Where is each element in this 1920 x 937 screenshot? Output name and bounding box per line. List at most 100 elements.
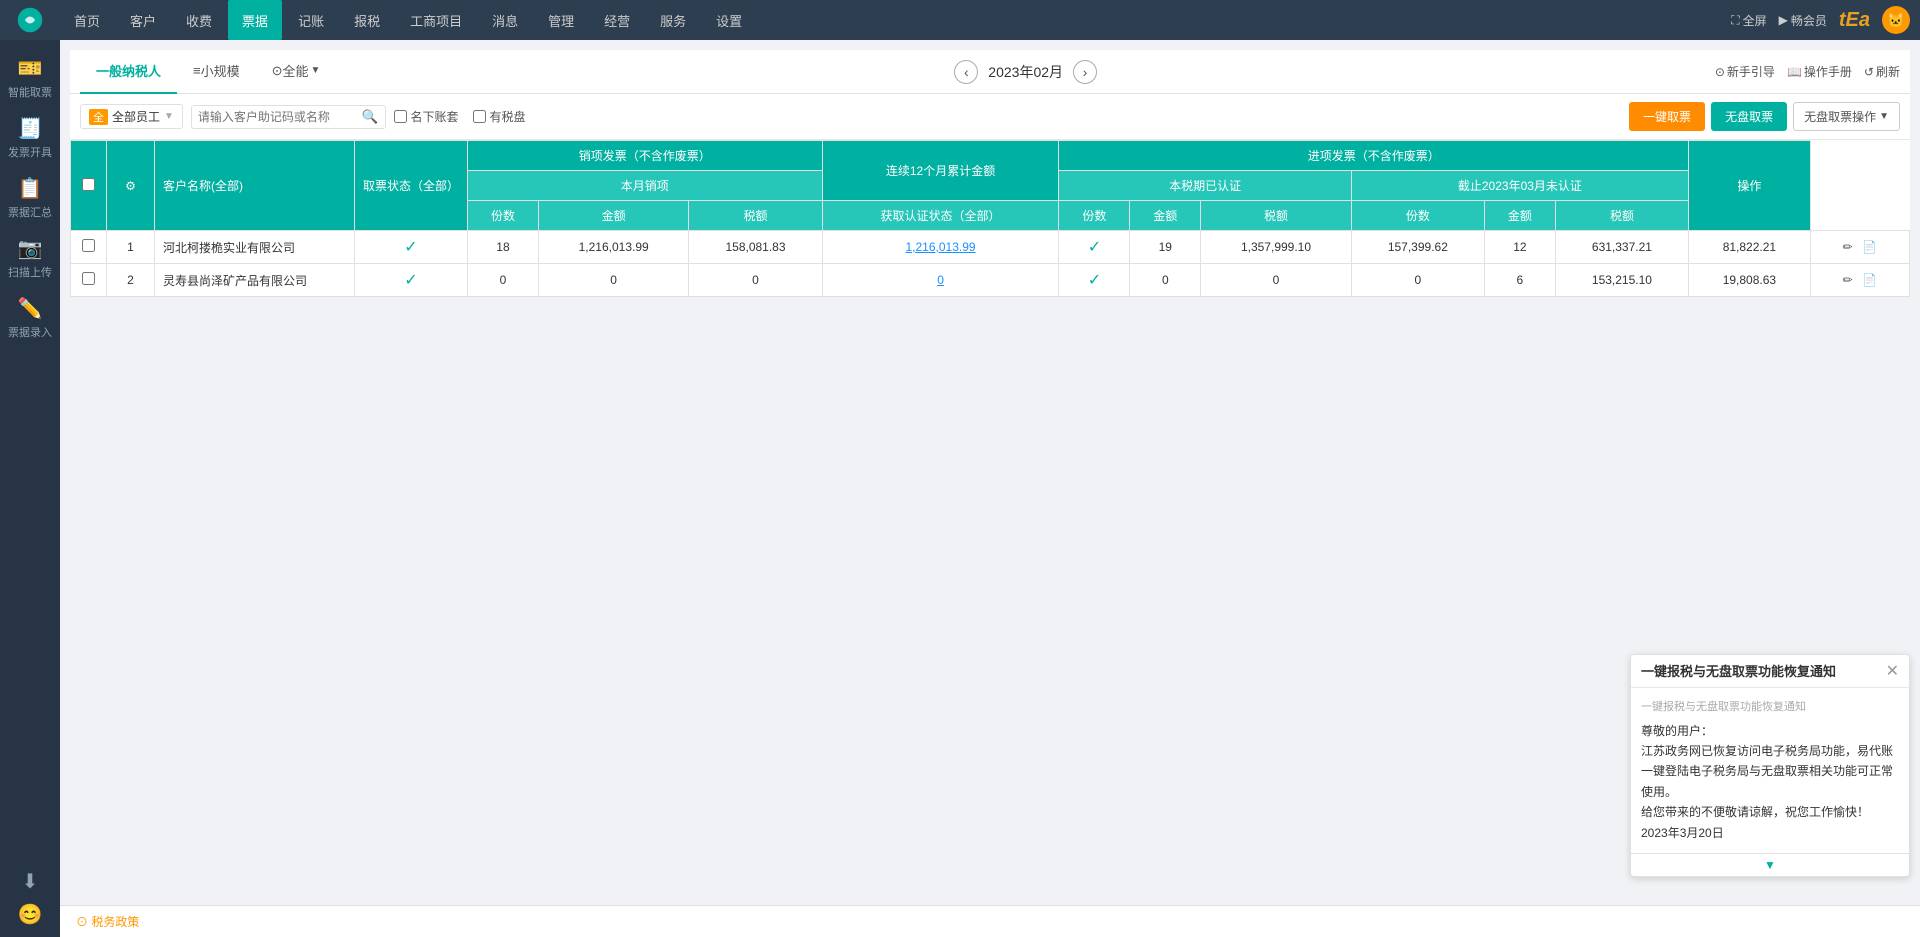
select-all-checkbox[interactable] xyxy=(82,178,95,191)
tax-disk-checkbox[interactable] xyxy=(473,110,486,123)
edit-icon[interactable]: ✏ xyxy=(1843,273,1853,287)
invoice-table: ⚙ 客户名称(全部) 取票状态（全部） 销项发票（不含作废票） 连续12个月累计… xyxy=(70,140,1910,297)
row-cert-tax: 0 xyxy=(1351,264,1484,297)
row-sales-shares: 18 xyxy=(468,231,539,264)
one-key-ticket-btn[interactable]: 一键取票 xyxy=(1629,102,1705,131)
detail-icon[interactable]: 📄 xyxy=(1862,240,1877,254)
dropdown-icon: ▼ xyxy=(311,65,321,76)
nav-bookkeeping[interactable]: 记账 xyxy=(284,0,338,40)
th-sales-invoice: 销项发票（不含作废票） xyxy=(468,141,823,171)
detail-icon[interactable]: 📄 xyxy=(1862,273,1877,287)
avatar[interactable]: 🐱 xyxy=(1882,6,1910,34)
sidebar-item-invoice-summary[interactable]: 📋 票据汇总 xyxy=(2,170,58,226)
nav-service[interactable]: 服务 xyxy=(646,0,700,40)
nav-biz[interactable]: 工商项目 xyxy=(396,0,476,40)
row-cert-status: ✓ xyxy=(1059,231,1130,264)
row-twelve-months: 1,216,013.99 xyxy=(822,231,1059,264)
nav-operation[interactable]: 经营 xyxy=(590,0,644,40)
nav-settings[interactable]: 设置 xyxy=(702,0,756,40)
employee-dropdown-icon: ▼ xyxy=(164,111,174,122)
th-op: 操作 xyxy=(1689,141,1811,231)
row-twelve-months: 0 xyxy=(822,264,1059,297)
tab-small-scale[interactable]: ≡ 小规模 xyxy=(177,50,256,94)
sidebar-item-smart-ticket[interactable]: 🎫 智能取票 xyxy=(2,50,58,106)
nav-message[interactable]: 消息 xyxy=(478,0,532,40)
tab-all[interactable]: ⊙ 全能 ▼ xyxy=(256,50,337,94)
notify-title: 一键报税与无盘取票功能恢复通知 xyxy=(1641,661,1836,680)
th-cert-amount: 金额 xyxy=(1130,201,1201,231)
th-twelve-months: 连续12个月累计金额 xyxy=(822,141,1059,201)
fullscreen-btn[interactable]: ⛶ 全屏 xyxy=(1731,12,1766,29)
checkbox-tax-disk[interactable]: 有税盘 xyxy=(473,108,526,125)
tab-row: 一般纳税人 ≡ 小规模 ⊙ 全能 ▼ ‹ 2023年02月 › ⊙ 新手引导 📖… xyxy=(70,50,1910,94)
sidebar: 🎫 智能取票 🧾 发票开具 📋 票据汇总 📷 扫描上传 ✏️ 票据录入 ⬇ 😊 xyxy=(0,40,60,937)
tab-general-taxpayer[interactable]: 一般纳税人 xyxy=(80,50,177,94)
own-account-checkbox[interactable] xyxy=(394,110,407,123)
bottom-bar: ⊙ 税务政策 xyxy=(60,905,1920,937)
sidebar-item-invoice-open[interactable]: 🧾 发票开具 xyxy=(2,110,58,166)
employee-label: 全部员工 xyxy=(112,108,160,125)
th-company: 客户名称(全部) xyxy=(154,141,354,231)
twelve-months-link[interactable]: 0 xyxy=(937,273,944,287)
row-company: 灵寿县尚泽矿产品有限公司 xyxy=(154,264,354,297)
cert-status-icon: ✓ xyxy=(1088,272,1101,289)
search-button[interactable]: 🔍 xyxy=(362,109,379,125)
sidebar-item-ticket-entry[interactable]: ✏️ 票据录入 xyxy=(2,290,58,346)
top-right-area: ⛶ 全屏 ▶ 畅会员 tEa 🐱 xyxy=(1731,6,1910,34)
notify-scroll-btn[interactable]: ▼ xyxy=(1631,853,1909,876)
th-sales-shares: 份数 xyxy=(468,201,539,231)
row-checkbox[interactable] xyxy=(71,264,107,297)
row-select-checkbox[interactable] xyxy=(82,272,95,285)
next-month-btn[interactable]: › xyxy=(1073,60,1097,84)
logo xyxy=(10,0,50,40)
th-uncert-amount: 金额 xyxy=(1484,201,1555,231)
cert-status-icon: ✓ xyxy=(1088,239,1101,256)
sidebar-label-invoice-open: 发票开具 xyxy=(8,144,52,160)
refresh-btn[interactable]: ↺ 刷新 xyxy=(1864,63,1900,80)
row-cancel-status: ✓ xyxy=(354,264,467,297)
download-icon[interactable]: ⬇ xyxy=(22,869,39,894)
nav-fee[interactable]: 收费 xyxy=(172,0,226,40)
nav-manage[interactable]: 管理 xyxy=(534,0,588,40)
notification-panel: 一键报税与无盘取票功能恢复通知 ✕ 一键报税与无盘取票功能恢复通知 尊敬的用户：… xyxy=(1630,654,1910,877)
prev-month-btn[interactable]: ‹ xyxy=(954,60,978,84)
ticket-entry-icon: ✏️ xyxy=(18,296,43,321)
row-cert-tax: 157,399.62 xyxy=(1351,231,1484,264)
row-select-checkbox[interactable] xyxy=(82,239,95,252)
nav-home[interactable]: 首页 xyxy=(60,0,114,40)
top-nav: 首页 客户 收费 票据 记账 报税 工商项目 消息 管理 经营 服务 设置 ⛶ … xyxy=(0,0,1920,40)
checkbox-own-account[interactable]: 名下账套 xyxy=(394,108,459,125)
th-purchase-invoice: 进项发票（不含作废票） xyxy=(1059,141,1689,171)
tab-right-actions: ⊙ 新手引导 📖 操作手册 ↺ 刷新 xyxy=(1715,63,1900,80)
user-icon[interactable]: 😊 xyxy=(18,902,43,927)
nav-tax[interactable]: 报税 xyxy=(340,0,394,40)
nav-invoice[interactable]: 票据 xyxy=(228,0,282,40)
th-uncertified: 截止2023年03月未认证 xyxy=(1351,171,1688,201)
nav-customer[interactable]: 客户 xyxy=(116,0,170,40)
th-uncert-shares: 份数 xyxy=(1351,201,1484,231)
manual-btn[interactable]: 📖 操作手册 xyxy=(1787,63,1852,80)
row-cert-amount: 0 xyxy=(1201,264,1352,297)
row-checkbox[interactable] xyxy=(71,231,107,264)
employee-badge: 全 xyxy=(89,109,108,125)
row-uncert-amount: 631,337.21 xyxy=(1555,231,1688,264)
no-disk-op-btn[interactable]: 无盘取票操作 ▼ xyxy=(1793,102,1900,131)
th-sales-amount: 金额 xyxy=(538,201,689,231)
employee-select[interactable]: 全 全部员工 ▼ xyxy=(80,104,183,129)
sidebar-label-ticket-entry: 票据录入 xyxy=(8,324,52,340)
notify-close-btn[interactable]: ✕ xyxy=(1886,661,1899,681)
vip-btn[interactable]: ▶ 畅会员 xyxy=(1779,12,1827,29)
search-input[interactable] xyxy=(198,110,358,124)
row-sales-shares: 0 xyxy=(468,264,539,297)
th-uncert-tax: 税额 xyxy=(1555,201,1688,231)
row-cancel-status: ✓ xyxy=(354,231,467,264)
th-cert-status: 获取认证状态（全部） xyxy=(822,201,1059,231)
sidebar-item-scan-upload[interactable]: 📷 扫描上传 xyxy=(2,230,58,286)
twelve-months-link[interactable]: 1,216,013.99 xyxy=(905,240,975,254)
guide-btn[interactable]: ⊙ 新手引导 xyxy=(1715,63,1775,80)
edit-icon[interactable]: ✏ xyxy=(1843,240,1853,254)
tax-policy-link[interactable]: ⊙ 税务政策 xyxy=(76,913,139,930)
current-month: 2023年02月 xyxy=(988,62,1063,82)
no-disk-ticket-btn[interactable]: 无盘取票 xyxy=(1711,102,1787,131)
row-uncert-shares: 12 xyxy=(1484,231,1555,264)
